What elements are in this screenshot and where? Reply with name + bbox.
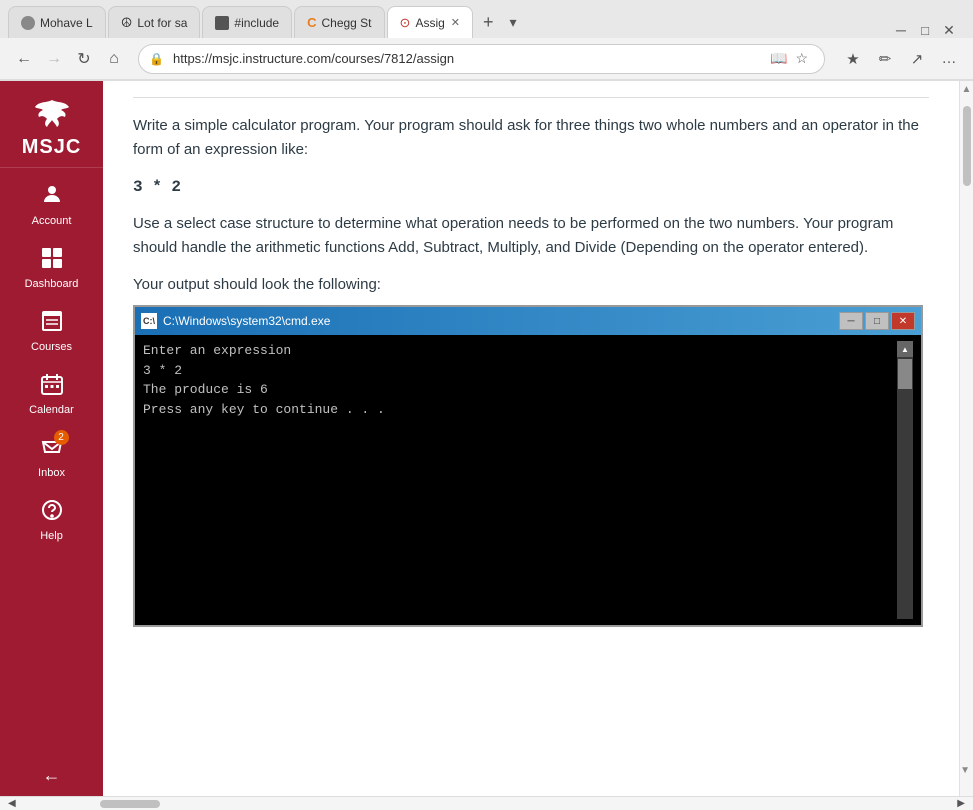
cmd-window: C:\ C:\Windows\system32\cmd.exe ─ □ ✕ En…: [133, 305, 923, 627]
cmd-title-icon: C:\: [141, 313, 157, 329]
sidebar-logo: MSJC: [0, 81, 103, 168]
cmd-scroll-up[interactable]: ▲: [897, 341, 913, 357]
tab-icon-chegg: C: [307, 15, 316, 30]
sidebar-item-dashboard[interactable]: Dashboard: [0, 237, 103, 300]
tab-icon-assignment: ⊙: [400, 15, 411, 31]
cmd-scroll-thumb[interactable]: [898, 359, 912, 389]
tab-label-assignment: Assig: [415, 16, 444, 30]
courses-icon: [41, 310, 63, 338]
browser-chrome: Mohave L ☮ Lot for sa #include C Chegg S…: [0, 0, 973, 81]
cmd-text-area: Enter an expression 3 * 2 The produce is…: [143, 341, 897, 619]
sidebar-item-account[interactable]: Account: [0, 172, 103, 237]
reader-mode-icon[interactable]: 📖: [768, 48, 789, 69]
lock-icon: 🔒: [149, 52, 164, 66]
tab-icon-lot: ☮: [121, 15, 133, 31]
tab-icon-mohave: [21, 16, 35, 30]
scroll-thumb[interactable]: [963, 106, 971, 186]
tab-list-dropdown[interactable]: ▾: [502, 6, 525, 38]
scroll-up-arrow[interactable]: ▲: [962, 81, 972, 98]
pen-icon[interactable]: ✏: [871, 45, 899, 73]
sidebar-item-courses[interactable]: Courses: [0, 300, 103, 363]
address-icons: 📖 ☆: [768, 48, 810, 69]
address-text: https://msjc.instructure.com/courses/781…: [173, 51, 454, 66]
collapse-icon: ←: [43, 765, 61, 786]
cmd-maximize-button[interactable]: □: [865, 312, 889, 330]
sidebar: MSJC Account Dashboard: [0, 81, 103, 796]
maximize-button[interactable]: □: [917, 22, 933, 38]
tab-label-include: #include: [234, 16, 279, 30]
cmd-titlebar: C:\ C:\Windows\system32\cmd.exe ─ □ ✕: [135, 307, 921, 335]
tab-mohave[interactable]: Mohave L: [8, 6, 106, 38]
forward-button[interactable]: →: [40, 45, 68, 73]
page-content: Write a simple calculator program. Your …: [103, 81, 959, 796]
help-icon: [41, 499, 63, 527]
minimize-button[interactable]: ─: [893, 22, 909, 38]
main-layout: MSJC Account Dashboard: [0, 81, 973, 796]
cmd-scrollbar[interactable]: ▲: [897, 341, 913, 619]
help-label: Help: [40, 530, 63, 542]
scroll-track: [960, 98, 973, 796]
cmd-minimize-button[interactable]: ─: [839, 312, 863, 330]
favorites-icon[interactable]: ★: [839, 45, 867, 73]
sidebar-bottom: ←: [0, 755, 103, 796]
tab-assignment[interactable]: ⊙ Assig ✕: [387, 6, 473, 38]
nav-bar: ← → ↻ ⌂ 🔒 https://msjc.instructure.com/c…: [0, 38, 973, 80]
courses-label: Courses: [31, 341, 72, 353]
sidebar-collapse-button[interactable]: ←: [0, 755, 103, 796]
tab-bar: Mohave L ☮ Lot for sa #include C Chegg S…: [0, 0, 973, 38]
tab-close-assignment[interactable]: ✕: [451, 16, 460, 29]
account-icon: [40, 182, 64, 212]
scroll-down-arrow[interactable]: ▼: [960, 762, 970, 779]
tab-label-lot: Lot for sa: [137, 16, 187, 30]
tab-lot[interactable]: ☮ Lot for sa: [108, 6, 201, 38]
dashboard-icon: [41, 247, 63, 275]
code-example: 3 * 2: [133, 178, 929, 196]
top-divider: [133, 97, 929, 98]
sidebar-item-help[interactable]: Help: [0, 489, 103, 552]
content-area: Write a simple calculator program. Your …: [103, 81, 973, 796]
h-scroll-left[interactable]: ◀: [4, 798, 20, 809]
inbox-icon: 2: [41, 436, 63, 464]
bookmark-icon[interactable]: ☆: [793, 48, 810, 69]
toolbar-right: ★ ✏ ↗ …: [839, 45, 963, 73]
assignment-description1: Write a simple calculator program. Your …: [133, 114, 929, 162]
reload-button[interactable]: ↻: [70, 45, 98, 73]
cmd-controls: ─ □ ✕: [839, 312, 915, 330]
cmd-title-text: C:\Windows\system32\cmd.exe: [163, 314, 839, 328]
cmd-line-2: 3 * 2: [143, 361, 897, 381]
sidebar-item-inbox[interactable]: 2 Inbox: [0, 426, 103, 489]
bottom-scrollbar[interactable]: ◀ ▶: [0, 796, 973, 810]
tab-include[interactable]: #include: [202, 6, 292, 38]
output-label: Your output should look the following:: [133, 276, 929, 293]
cmd-line-1: Enter an expression: [143, 341, 897, 361]
tab-label-mohave: Mohave L: [40, 16, 93, 30]
calendar-label: Calendar: [29, 404, 74, 416]
new-tab-button[interactable]: +: [475, 6, 502, 38]
dashboard-label: Dashboard: [25, 278, 79, 290]
back-button[interactable]: ←: [10, 45, 38, 73]
share-icon[interactable]: ↗: [903, 45, 931, 73]
address-bar[interactable]: 🔒 https://msjc.instructure.com/courses/7…: [138, 44, 825, 74]
cmd-line-4: Press any key to continue . . .: [143, 400, 897, 420]
inbox-badge: 2: [54, 430, 69, 445]
h-scroll-thumb[interactable]: [100, 800, 160, 808]
close-window-button[interactable]: ✕: [941, 22, 957, 38]
cmd-close-button[interactable]: ✕: [891, 312, 915, 330]
sidebar-item-calendar[interactable]: Calendar: [0, 363, 103, 426]
tab-label-chegg: Chegg St: [321, 16, 371, 30]
inbox-label: Inbox: [38, 467, 65, 479]
school-name: MSJC: [22, 137, 82, 157]
tab-icon-include: [215, 16, 229, 30]
right-scrollbar[interactable]: ▲ ▼: [959, 81, 973, 796]
h-scroll-right[interactable]: ▶: [953, 798, 969, 809]
assignment-description2: Use a select case structure to determine…: [133, 212, 929, 260]
calendar-icon: [41, 373, 63, 401]
account-label: Account: [32, 215, 72, 227]
cmd-line-3: The produce is 6: [143, 380, 897, 400]
home-button[interactable]: ⌂: [100, 45, 128, 73]
settings-icon[interactable]: …: [935, 45, 963, 73]
cmd-body: Enter an expression 3 * 2 The produce is…: [135, 335, 921, 625]
tab-chegg[interactable]: C Chegg St: [294, 6, 384, 38]
msjc-eagle-icon: [27, 95, 77, 135]
